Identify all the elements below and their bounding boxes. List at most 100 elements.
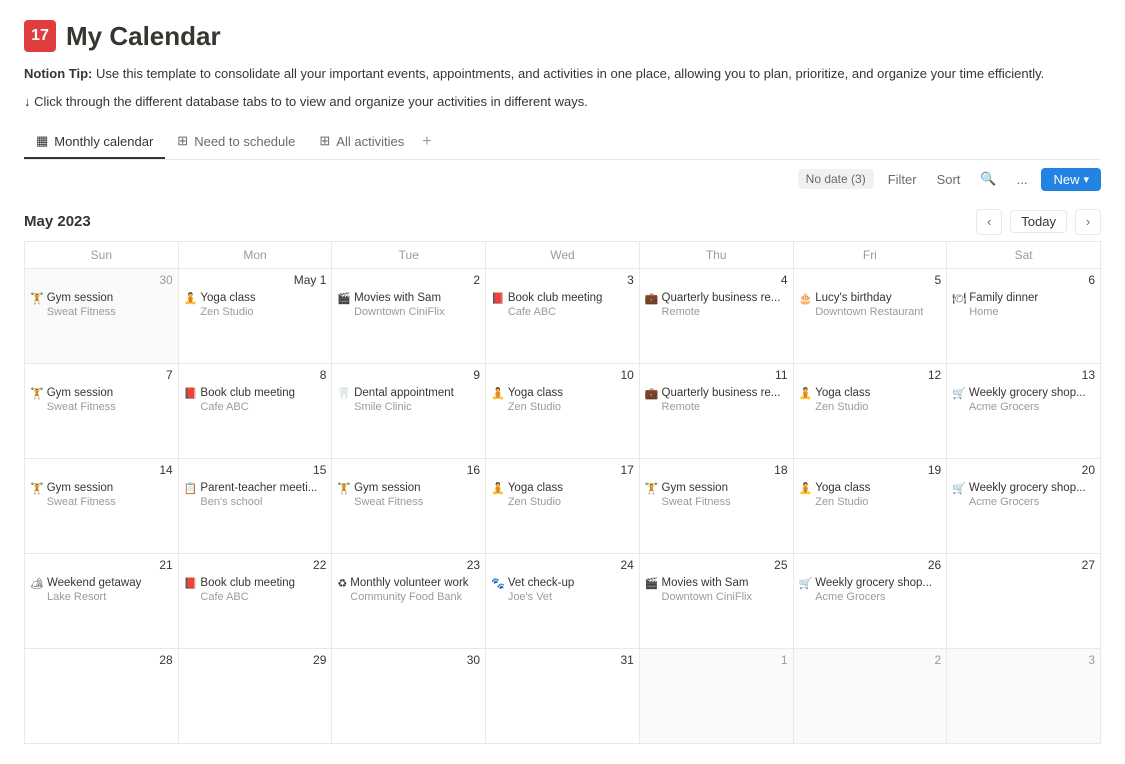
event-location: Lake Resort [47, 590, 141, 604]
tab-monthly-calendar[interactable]: ▦ Monthly calendar [24, 125, 165, 159]
day-number: 4 [645, 273, 788, 287]
calendar-event[interactable]: 🛒Weekly grocery shop...Acme Grocers [799, 576, 942, 605]
search-button[interactable]: 🔍 [974, 168, 1002, 190]
calendar-day[interactable]: 24🐾Vet check-upJoe's Vet [486, 553, 640, 648]
calendar-event[interactable]: 🏋Gym sessionSweat Fitness [337, 481, 480, 510]
calendar-day[interactable]: 8 📕Book club meetingCafe ABC [178, 363, 332, 458]
calendar-day[interactable]: 30 [332, 648, 486, 743]
prev-month-button[interactable]: ‹ [976, 209, 1002, 235]
add-tab-button[interactable]: + [416, 125, 437, 159]
calendar-day[interactable]: 3 📕Book club meetingCafe ABC [486, 268, 640, 363]
calendar-event[interactable]: 🧘Yoga classZen Studio [491, 481, 634, 510]
event-name: Dental appointment [354, 386, 454, 401]
next-month-button[interactable]: › [1075, 209, 1101, 235]
event-location: Zen Studio [508, 400, 563, 414]
calendar-event[interactable]: 🎬Movies with SamDowntown CiniFlix [645, 576, 788, 605]
calendar-event[interactable]: 🎂Lucy's birthdayDowntown Restaurant [799, 291, 942, 320]
month-title: May 2023 [24, 213, 91, 230]
calendar-day[interactable]: 1 [639, 648, 793, 743]
calendar-event[interactable]: 🏋Gym sessionSweat Fitness [30, 386, 173, 415]
calendar-event[interactable]: 💼Quarterly business re...Remote [645, 291, 788, 320]
calendar-event[interactable]: 🧘Yoga classZen Studio [491, 386, 634, 415]
calendar-day[interactable]: May 1🧘Yoga classZen Studio [178, 268, 332, 363]
calendar-day[interactable]: 31 [486, 648, 640, 743]
calendar-day[interactable]: 3 [947, 648, 1101, 743]
calendar-event[interactable]: 🧘Yoga classZen Studio [799, 386, 942, 415]
today-button[interactable]: Today [1010, 210, 1067, 233]
calendar-day[interactable]: 16🏋Gym sessionSweat Fitness [332, 458, 486, 553]
filter-button[interactable]: Filter [882, 169, 923, 190]
day-number: 28 [30, 653, 173, 667]
event-icon: 🏋 [337, 482, 351, 496]
calendar-event[interactable]: 📕Book club meetingCafe ABC [184, 386, 327, 415]
calendar-day[interactable]: 10🧘Yoga classZen Studio [486, 363, 640, 458]
event-name: Gym session [47, 481, 116, 496]
calendar-day[interactable]: 28 [25, 648, 179, 743]
more-button[interactable]: ... [1011, 169, 1034, 190]
calendar-week-row: 14🏋Gym sessionSweat Fitness15📋Parent-tea… [25, 458, 1101, 553]
tab-need-to-schedule[interactable]: ⊞ Need to schedule [165, 125, 307, 159]
event-name: Movies with Sam [354, 291, 444, 306]
calendar-day[interactable]: 25🎬Movies with SamDowntown CiniFlix [639, 553, 793, 648]
calendar-day[interactable]: 2🎬Movies with SamDowntown CiniFlix [332, 268, 486, 363]
calendar-event[interactable]: 🎬Movies with SamDowntown CiniFlix [337, 291, 480, 320]
calendar-day[interactable]: 19🧘Yoga classZen Studio [793, 458, 947, 553]
calendar-event[interactable]: 🧘Yoga classZen Studio [184, 291, 327, 320]
calendar-day[interactable]: 20🛒Weekly grocery shop...Acme Grocers [947, 458, 1101, 553]
calendar-event[interactable]: 🦷Dental appointmentSmile Clinic [337, 386, 480, 415]
calendar-event[interactable]: 🏋Gym sessionSweat Fitness [30, 291, 173, 320]
calendar-day[interactable]: 22📕Book club meetingCafe ABC [178, 553, 332, 648]
calendar-event[interactable]: 📕Book club meetingCafe ABC [184, 576, 327, 605]
event-location: Acme Grocers [815, 590, 932, 604]
day-number: 8 [184, 368, 327, 382]
calendar-event[interactable]: 💼Quarterly business re...Remote [645, 386, 788, 415]
calendar-day[interactable]: 30🏋Gym sessionSweat Fitness [25, 268, 179, 363]
calendar-day[interactable]: 5🎂Lucy's birthdayDowntown Restaurant [793, 268, 947, 363]
event-icon: 💼 [645, 292, 659, 306]
calendar-day[interactable]: 18🏋Gym sessionSweat Fitness [639, 458, 793, 553]
event-location: Downtown Restaurant [815, 305, 923, 319]
calendar-event[interactable]: 📕Book club meetingCafe ABC [491, 291, 634, 320]
day-number: 3 [491, 273, 634, 287]
sort-button[interactable]: Sort [931, 169, 967, 190]
calendar-day[interactable]: 12🧘Yoga classZen Studio [793, 363, 947, 458]
calendar-day[interactable]: 27 [947, 553, 1101, 648]
event-name: Parent-teacher meeti... [200, 481, 317, 496]
calendar-day[interactable]: 21🏕Weekend getawayLake Resort [25, 553, 179, 648]
calendar-day[interactable]: 4 💼Quarterly business re...Remote [639, 268, 793, 363]
calendar-week-row: 30🏋Gym sessionSweat FitnessMay 1🧘Yoga cl… [25, 268, 1101, 363]
calendar-day[interactable]: 29 [178, 648, 332, 743]
calendar-day[interactable]: 9🦷Dental appointmentSmile Clinic [332, 363, 486, 458]
calendar-event[interactable]: 🛒Weekly grocery shop...Acme Grocers [952, 481, 1095, 510]
event-text: Parent-teacher meeti...Ben's school [200, 481, 317, 510]
event-text: Gym sessionSweat Fitness [47, 386, 116, 415]
calendar-day[interactable]: 23♻Monthly volunteer workCommunity Food … [332, 553, 486, 648]
no-date-badge[interactable]: No date (3) [798, 169, 874, 189]
calendar-day[interactable]: 26🛒Weekly grocery shop...Acme Grocers [793, 553, 947, 648]
tab-schedule-icon: ⊞ [177, 133, 188, 149]
event-icon: 🛒 [952, 482, 966, 496]
calendar-day[interactable]: 7🏋Gym sessionSweat Fitness [25, 363, 179, 458]
calendar-event[interactable]: 🏕Weekend getawayLake Resort [30, 576, 173, 605]
calendar-event[interactable]: 📋Parent-teacher meeti...Ben's school [184, 481, 327, 510]
calendar-day[interactable]: 15📋Parent-teacher meeti...Ben's school [178, 458, 332, 553]
calendar-day[interactable]: 13🛒Weekly grocery shop...Acme Grocers [947, 363, 1101, 458]
event-name: Book club meeting [200, 576, 295, 591]
calendar-event[interactable]: 🏋Gym sessionSweat Fitness [645, 481, 788, 510]
calendar-day[interactable]: 14🏋Gym sessionSweat Fitness [25, 458, 179, 553]
calendar-event[interactable]: 🧘Yoga classZen Studio [799, 481, 942, 510]
calendar-day[interactable]: 17🧘Yoga classZen Studio [486, 458, 640, 553]
calendar-day[interactable]: 6🍽Family dinnerHome [947, 268, 1101, 363]
calendar-event[interactable]: 🐾Vet check-upJoe's Vet [491, 576, 634, 605]
calendar-day[interactable]: 11💼Quarterly business re...Remote [639, 363, 793, 458]
event-text: Movies with SamDowntown CiniFlix [354, 291, 444, 320]
calendar-event[interactable]: 🏋Gym sessionSweat Fitness [30, 481, 173, 510]
new-button[interactable]: New ▾ [1041, 168, 1101, 191]
event-location: Remote [662, 400, 781, 414]
calendar-event[interactable]: 🛒Weekly grocery shop...Acme Grocers [952, 386, 1095, 415]
calendar-event[interactable]: ♻Monthly volunteer workCommunity Food Ba… [337, 576, 480, 605]
tab-all-activities[interactable]: ⊞ All activities [307, 125, 416, 159]
calendar-week-row: 7🏋Gym sessionSweat Fitness 8 📕Book club me… [25, 363, 1101, 458]
calendar-event[interactable]: 🍽Family dinnerHome [952, 291, 1095, 320]
calendar-day[interactable]: 2 [793, 648, 947, 743]
